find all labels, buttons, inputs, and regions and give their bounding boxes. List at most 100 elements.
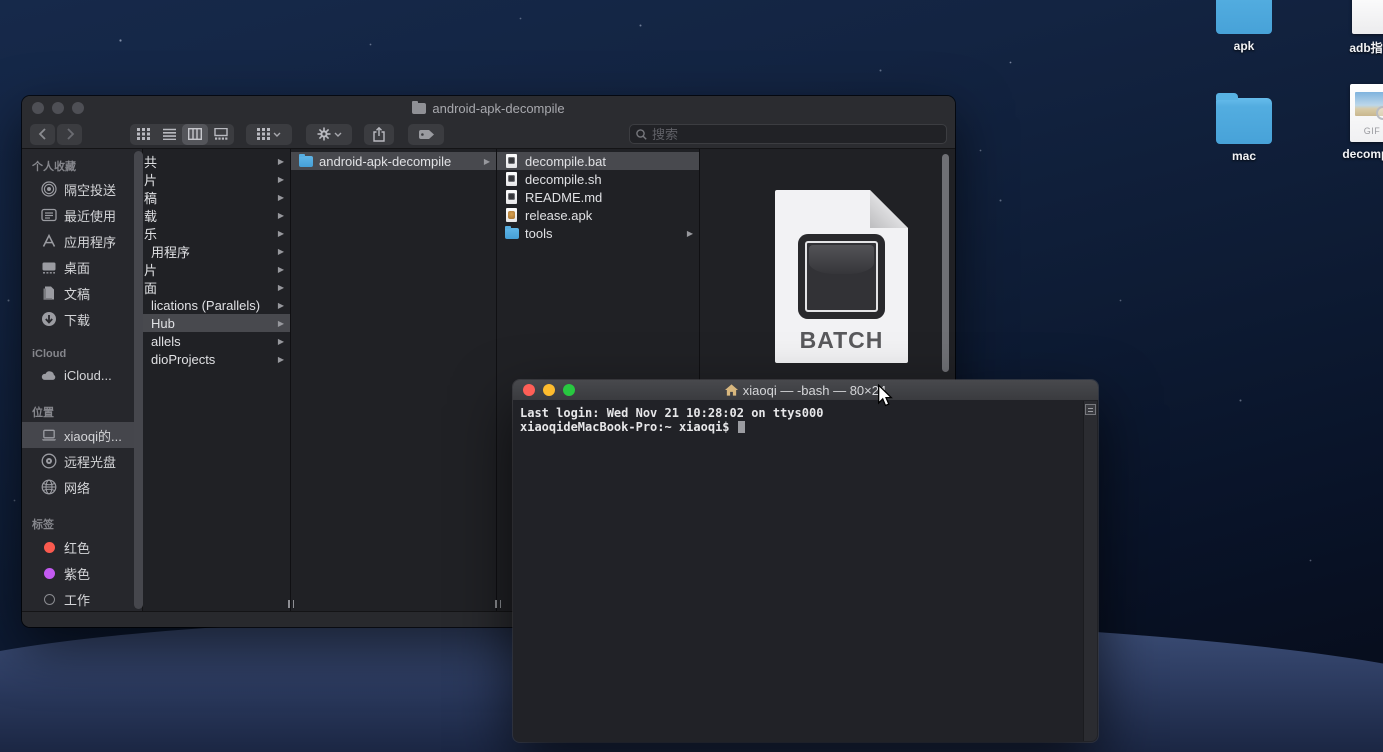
desktop-icon-4[interactable]: GIF decompile	[1340, 84, 1383, 161]
sidebar-scrollbar[interactable]	[134, 151, 143, 609]
column-view-button[interactable]	[182, 123, 208, 145]
sidebar-item[interactable]: iCloud...	[22, 362, 142, 388]
gif-badge: GIF	[1363, 126, 1381, 136]
folder-icon	[1216, 0, 1272, 34]
sidebar-item[interactable]: 文稿	[22, 280, 142, 306]
disclosure-arrow-icon: ▶	[277, 354, 284, 364]
icon-view-button[interactable]	[130, 124, 156, 145]
sidebar-item-label: 远程光盘	[64, 454, 117, 470]
column1-row[interactable]: 片 ▶	[143, 260, 290, 278]
desktop-icon-3[interactable]: mac	[1212, 93, 1276, 163]
column1-row[interactable]: 载 ▶	[143, 206, 290, 224]
column1-row[interactable]: dioProjects ▶	[143, 350, 290, 368]
column1-row[interactable]: lications (Parallels) ▶	[143, 296, 290, 314]
finder-toolbar	[22, 120, 955, 148]
desktop-icon-label: apk	[1233, 39, 1255, 53]
column-resize-handle[interactable]	[285, 600, 297, 608]
desktop-icon-2[interactable]: adb指令	[1340, 0, 1383, 56]
column1-row[interactable]: Hub ▶	[143, 314, 290, 332]
minimize-button[interactable]	[52, 102, 64, 114]
back-button[interactable]	[30, 123, 55, 145]
column1-row[interactable]: 乐 ▶	[143, 224, 290, 242]
column1-row[interactable]: 面 ▶	[143, 278, 290, 296]
action-menu-button[interactable]	[306, 123, 352, 145]
file-name: 面	[144, 280, 158, 296]
chevron-left-icon	[38, 128, 46, 140]
finder-titlebar[interactable]: android-apk-decompile	[22, 96, 955, 120]
column1-row[interactable]: allels ▶	[143, 332, 290, 350]
terminal-scrollbar[interactable]	[1083, 401, 1097, 741]
minimize-button[interactable]	[543, 384, 555, 396]
documents-icon	[41, 285, 57, 301]
close-button[interactable]	[32, 102, 44, 114]
desktop-icon-1[interactable]: apk	[1212, 0, 1276, 53]
zoom-button[interactable]	[563, 384, 575, 396]
folder-proxy-icon	[412, 100, 427, 114]
sidebar-item[interactable]: 远程光盘	[22, 448, 142, 474]
column3-row[interactable]: tools ▶	[497, 224, 699, 242]
tag-button[interactable]	[408, 123, 444, 145]
forward-button[interactable]	[57, 123, 82, 145]
sidebar-item[interactable]: 桌面	[22, 254, 142, 280]
tag-icon	[418, 129, 434, 139]
terminal-window: xiaoqi — -bash — 80×24 Last login: Wed N…	[513, 380, 1098, 742]
sidebar-item-label: 桌面	[64, 260, 91, 276]
sidebar-item-label: 应用程序	[64, 234, 117, 250]
sidebar-item[interactable]: 红色	[22, 534, 142, 560]
sidebar-item[interactable]: 应用程序	[22, 228, 142, 254]
tag-icon	[41, 539, 57, 555]
folder-icon	[1216, 93, 1272, 144]
column1-row[interactable]: 共 ▶	[143, 152, 290, 170]
file-icon	[506, 190, 517, 204]
terminal-titlebar[interactable]: xiaoqi — -bash — 80×24	[513, 380, 1098, 400]
column1-row[interactable]: 片 ▶	[143, 170, 290, 188]
search-input[interactable]	[652, 126, 940, 142]
desktop-icon-label: mac	[1231, 149, 1257, 163]
column3-row[interactable]: decompile.bat	[497, 152, 699, 170]
zoom-button[interactable]	[72, 102, 84, 114]
column2-row[interactable]: android-apk-decompile ▶	[291, 152, 496, 170]
sidebar-item[interactable]: 工作	[22, 586, 142, 611]
group-by-button[interactable]	[246, 123, 292, 145]
terminal-output-line: Last login: Wed Nov 21 10:28:02 on ttys0…	[520, 406, 824, 420]
column3-row[interactable]: decompile.sh	[497, 170, 699, 188]
preview-scrollbar[interactable]	[942, 154, 949, 372]
sidebar-item[interactable]: 紫色	[22, 560, 142, 586]
airdrop-icon	[41, 181, 57, 197]
list-view-button[interactable]	[156, 124, 182, 145]
column-resize-handle[interactable]	[492, 600, 504, 608]
search-field[interactable]	[629, 124, 947, 144]
sidebar-item[interactable]: 隔空投送	[22, 176, 142, 202]
share-icon	[373, 126, 385, 142]
sidebar-item[interactable]: 最近使用	[22, 202, 142, 228]
chevron-right-icon	[66, 128, 74, 140]
column1-row[interactable]: 稿 ▶	[143, 188, 290, 206]
gif-file-icon: GIF	[1350, 84, 1383, 142]
column3-row[interactable]: release.apk	[497, 206, 699, 224]
search-icon	[636, 128, 647, 140]
tag-color-dot	[43, 567, 55, 579]
sidebar-item[interactable]: 网络	[22, 474, 142, 500]
file-name: 片	[144, 172, 158, 188]
close-button[interactable]	[523, 384, 535, 396]
column1-row[interactable]: 用程序 ▶	[143, 242, 290, 260]
gallery-view-button[interactable]	[208, 124, 234, 145]
file-name: 片	[144, 262, 158, 278]
tag-color-dot	[43, 541, 55, 553]
split-pane-button[interactable]	[1085, 404, 1096, 415]
terminal-prompt-line: xiaoqideMacBook-Pro:~ xiaoqi$	[520, 420, 1078, 434]
sidebar-item-label: 最近使用	[64, 208, 117, 224]
sidebar-item-label: 隔空投送	[64, 182, 117, 198]
sidebar-item[interactable]: xiaoqi的...	[22, 422, 142, 448]
icloud-icon	[41, 367, 57, 383]
desktop-icon-label: adb指令	[1349, 41, 1383, 55]
mouse-cursor	[878, 384, 893, 407]
file-name: decompile.sh	[525, 171, 602, 187]
share-button[interactable]	[364, 123, 394, 145]
batch-label: BATCH	[799, 327, 884, 353]
disclosure-arrow-icon: ▶	[277, 174, 284, 184]
file-name: 共	[144, 154, 158, 170]
column3-row[interactable]: README.md	[497, 188, 699, 206]
sidebar-item[interactable]: 下载	[22, 306, 142, 332]
terminal-body[interactable]: Last login: Wed Nov 21 10:28:02 on ttys0…	[513, 400, 1098, 742]
